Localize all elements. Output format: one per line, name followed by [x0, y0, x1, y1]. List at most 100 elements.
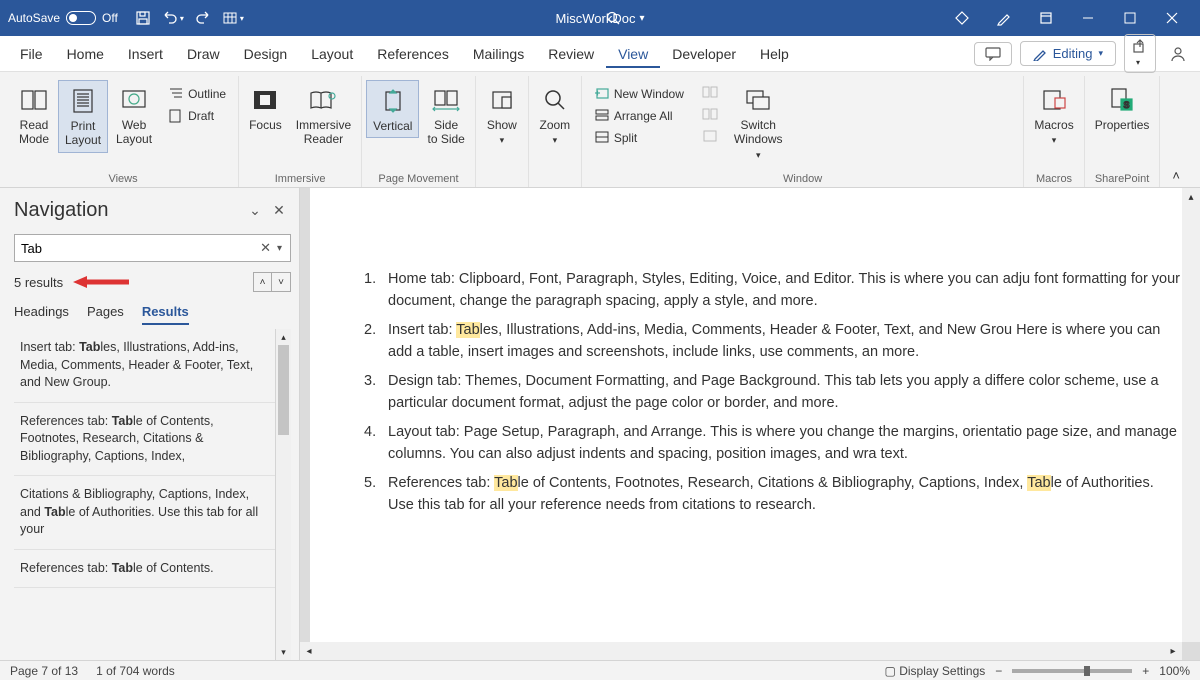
- close-icon[interactable]: [1152, 0, 1192, 36]
- ribbon-group-page-movement: Vertical Sideto Side Page Movement: [362, 76, 476, 187]
- maximize-icon[interactable]: [1110, 0, 1150, 36]
- window-icon[interactable]: [1026, 0, 1066, 36]
- display-settings-button[interactable]: ▢ Display Settings: [885, 664, 986, 678]
- ribbon-group-sharepoint: SProperties SharePoint: [1085, 76, 1161, 187]
- web-layout-button[interactable]: WebLayout: [110, 80, 158, 151]
- page-indicator[interactable]: Page 7 of 13: [10, 664, 78, 678]
- word-count[interactable]: 1 of 704 words: [96, 664, 175, 678]
- undo-icon[interactable]: ▾: [160, 5, 186, 31]
- nav-tab-headings[interactable]: Headings: [14, 300, 69, 325]
- menu-design[interactable]: Design: [232, 40, 300, 68]
- svg-text:S: S: [1124, 100, 1130, 110]
- next-result-icon[interactable]: ˅: [272, 273, 290, 291]
- ribbon-group-immersive: Focus ImmersiveReader Immersive: [239, 76, 362, 187]
- title-bar: AutoSave Off ▾ ▾ MiscWorkDoc ▾: [0, 0, 1200, 36]
- zoom-button[interactable]: Zoom▾: [533, 80, 577, 151]
- scroll-down-icon[interactable]: ▾: [276, 644, 291, 660]
- nav-result-item[interactable]: References tab: Table of Contents.: [14, 550, 275, 589]
- menu-bar: FileHomeInsertDrawDesignLayoutReferences…: [0, 36, 1200, 72]
- ribbon-group-zoom: Zoom▾: [529, 76, 582, 187]
- save-icon[interactable]: [130, 5, 156, 31]
- pen-icon[interactable]: [984, 0, 1024, 36]
- status-bar: Page 7 of 13 1 of 704 words ▢ Display Se…: [0, 660, 1200, 680]
- result-nav-buttons[interactable]: ˄˅: [253, 272, 291, 292]
- menu-review[interactable]: Review: [536, 40, 606, 68]
- nav-result-item[interactable]: Insert tab: Tables, Illustrations, Add-i…: [14, 329, 275, 403]
- sync-scroll-button: [698, 106, 722, 126]
- zoom-slider[interactable]: [1012, 669, 1132, 673]
- read-mode-button[interactable]: ReadMode: [12, 80, 56, 151]
- menu-view[interactable]: View: [606, 40, 660, 68]
- show-button[interactable]: Show▾: [480, 80, 524, 151]
- horizontal-scrollbar[interactable]: ◂ ▸: [300, 642, 1182, 660]
- print-layout-button[interactable]: PrintLayout: [58, 80, 108, 153]
- scroll-up-icon[interactable]: ▴: [276, 329, 291, 345]
- split-button[interactable]: Split: [590, 128, 688, 148]
- nav-result-item[interactable]: Citations & Bibliography, Captions, Inde…: [14, 476, 275, 550]
- person-icon[interactable]: [1164, 41, 1192, 67]
- scroll-thumb[interactable]: [278, 345, 289, 435]
- menu-developer[interactable]: Developer: [660, 40, 748, 68]
- menu-insert[interactable]: Insert: [116, 40, 175, 68]
- draft-button[interactable]: Draft: [164, 106, 230, 126]
- zoom-in-icon[interactable]: +: [1142, 664, 1149, 678]
- macros-button[interactable]: Macros▾: [1028, 80, 1079, 151]
- menu-help[interactable]: Help: [748, 40, 801, 68]
- ribbon-group-views: ReadMode PrintLayout WebLayout Outline D…: [8, 76, 239, 187]
- navigation-pane: Navigation ⌄ ✕ ✕ ▾ 5 results ˄˅ Headings…: [0, 188, 300, 660]
- doc-list-item[interactable]: 2.Insert tab: Tables, Illustrations, Add…: [358, 319, 1182, 364]
- search-icon[interactable]: [600, 5, 626, 31]
- properties-button[interactable]: SProperties: [1089, 80, 1156, 136]
- immersive-reader-button[interactable]: ImmersiveReader: [290, 80, 357, 151]
- doc-list-item[interactable]: 1.Home tab: Clipboard, Font, Paragraph, …: [358, 268, 1182, 313]
- focus-button[interactable]: Focus: [243, 80, 288, 136]
- nav-scrollbar[interactable]: ▴ ▾: [275, 329, 291, 660]
- menu-mailings[interactable]: Mailings: [461, 40, 536, 68]
- search-input[interactable]: [21, 241, 256, 256]
- editing-mode-button[interactable]: Editing ▾: [1020, 41, 1116, 66]
- nav-dropdown-icon[interactable]: ⌄: [243, 198, 267, 222]
- comments-button[interactable]: [974, 42, 1012, 66]
- diamond-icon[interactable]: [942, 0, 982, 36]
- zoom-out-icon[interactable]: −: [995, 664, 1002, 678]
- autosave-control[interactable]: AutoSave Off: [8, 11, 118, 25]
- annotation-arrow-icon: [71, 274, 131, 290]
- nav-tab-results[interactable]: Results: [142, 300, 189, 325]
- menu-home[interactable]: Home: [55, 40, 116, 68]
- nav-tab-pages[interactable]: Pages: [87, 300, 124, 325]
- vertical-button[interactable]: Vertical: [366, 80, 419, 138]
- redo-icon[interactable]: [190, 5, 216, 31]
- switch-windows-button[interactable]: SwitchWindows▾: [728, 80, 789, 165]
- minimize-icon[interactable]: [1068, 0, 1108, 36]
- menu-references[interactable]: References: [365, 40, 461, 68]
- search-dropdown-icon[interactable]: ▾: [275, 243, 284, 254]
- reset-window-button: [698, 128, 722, 148]
- scroll-left-icon[interactable]: ◂: [300, 642, 318, 660]
- scroll-right-icon[interactable]: ▸: [1164, 642, 1182, 660]
- menu-file[interactable]: File: [8, 40, 55, 68]
- search-box[interactable]: ✕ ▾: [14, 234, 291, 262]
- doc-list-item[interactable]: 5.References tab: Table of Contents, Foo…: [358, 472, 1182, 517]
- menu-draw[interactable]: Draw: [175, 40, 232, 68]
- zoom-level[interactable]: 100%: [1159, 664, 1190, 678]
- arrange-all-button[interactable]: Arrange All: [590, 106, 688, 126]
- document-page[interactable]: 1.Home tab: Clipboard, Font, Paragraph, …: [310, 188, 1182, 660]
- results-count: 5 results: [14, 275, 63, 290]
- scroll-up-icon[interactable]: ▴: [1182, 188, 1200, 206]
- outline-button[interactable]: Outline: [164, 84, 230, 104]
- doc-list-item[interactable]: 3.Design tab: Themes, Document Formattin…: [358, 370, 1182, 415]
- nav-close-icon[interactable]: ✕: [267, 198, 291, 222]
- vertical-scrollbar[interactable]: ▴: [1182, 188, 1200, 642]
- new-window-button[interactable]: New Window: [590, 84, 688, 104]
- prev-result-icon[interactable]: ˄: [254, 273, 272, 291]
- autosave-toggle[interactable]: [66, 11, 96, 25]
- table-icon[interactable]: ▾: [220, 5, 246, 31]
- side-to-side-button[interactable]: Sideto Side: [421, 80, 470, 151]
- doc-list-item[interactable]: 4.Layout tab: Page Setup, Paragraph, and…: [358, 421, 1182, 466]
- nav-result-item[interactable]: References tab: Table of Contents, Footn…: [14, 403, 275, 477]
- collapse-ribbon-icon[interactable]: ˄: [1160, 164, 1192, 187]
- share-button[interactable]: ▾: [1124, 34, 1156, 73]
- clear-search-icon[interactable]: ✕: [256, 240, 275, 256]
- document-area: 1.Home tab: Clipboard, Font, Paragraph, …: [300, 188, 1200, 660]
- menu-layout[interactable]: Layout: [299, 40, 365, 68]
